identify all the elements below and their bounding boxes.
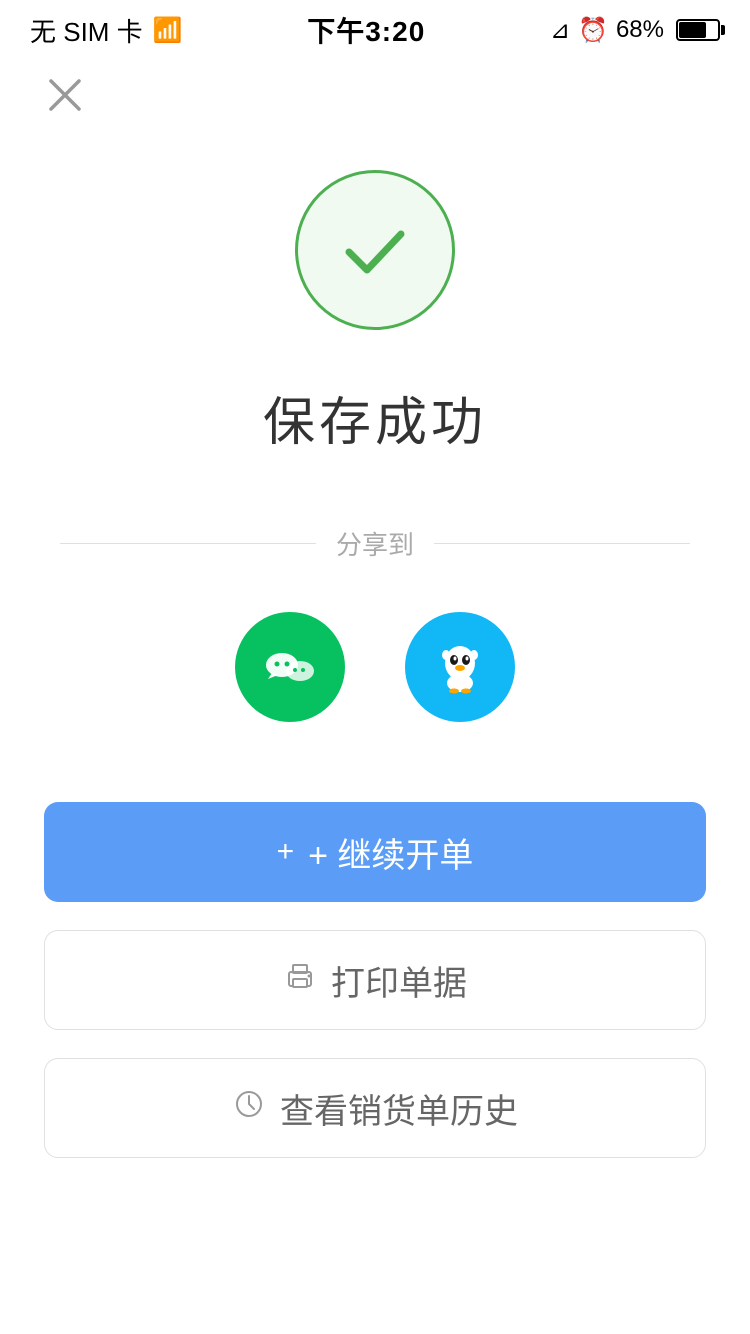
main-content: 保存成功 分享到 xyxy=(0,60,750,1158)
status-bar: 无 SIM 卡 📶 下午3:20 ⊿ ⏰ 68% xyxy=(0,0,750,60)
plus-icon: + xyxy=(277,835,295,869)
share-divider: 分享到 xyxy=(0,525,750,562)
printer-icon xyxy=(283,959,317,1001)
history-label: 查看销货单历史 xyxy=(280,1084,518,1133)
status-time: 下午3:20 xyxy=(307,10,425,50)
divider-right xyxy=(434,543,690,544)
checkmark-icon xyxy=(335,210,415,290)
share-label: 分享到 xyxy=(316,525,434,562)
battery-icon xyxy=(676,19,720,41)
status-left: 无 SIM 卡 📶 xyxy=(30,12,183,49)
success-circle xyxy=(295,170,455,330)
status-right: ⊿ ⏰ 68% xyxy=(550,16,720,45)
success-title: 保存成功 xyxy=(263,380,487,455)
action-buttons: + + 继续开单 打印单据 查看销货单历 xyxy=(0,802,750,1158)
print-label: 打印单据 xyxy=(331,956,467,1005)
alarm-icon: ⏰ xyxy=(578,16,608,45)
qq-share-button[interactable] xyxy=(405,612,515,722)
close-icon xyxy=(47,77,83,113)
close-button[interactable] xyxy=(40,70,90,120)
print-button[interactable]: 打印单据 xyxy=(44,930,706,1030)
location-icon: ⊿ xyxy=(550,16,570,45)
history-icon xyxy=(232,1087,266,1129)
history-button[interactable]: 查看销货单历史 xyxy=(44,1058,706,1158)
continue-label: + 继续开单 xyxy=(308,828,473,877)
continue-button[interactable]: + + 继续开单 xyxy=(44,802,706,902)
qq-logo xyxy=(428,635,492,699)
wifi-icon: 📶 xyxy=(153,16,183,45)
divider-left xyxy=(60,543,316,544)
share-icons xyxy=(235,612,515,722)
battery-label: 68% xyxy=(616,16,664,44)
no-sim-label: 无 SIM 卡 xyxy=(30,12,143,49)
wechat-share-button[interactable] xyxy=(235,612,345,722)
wechat-logo xyxy=(258,635,322,699)
